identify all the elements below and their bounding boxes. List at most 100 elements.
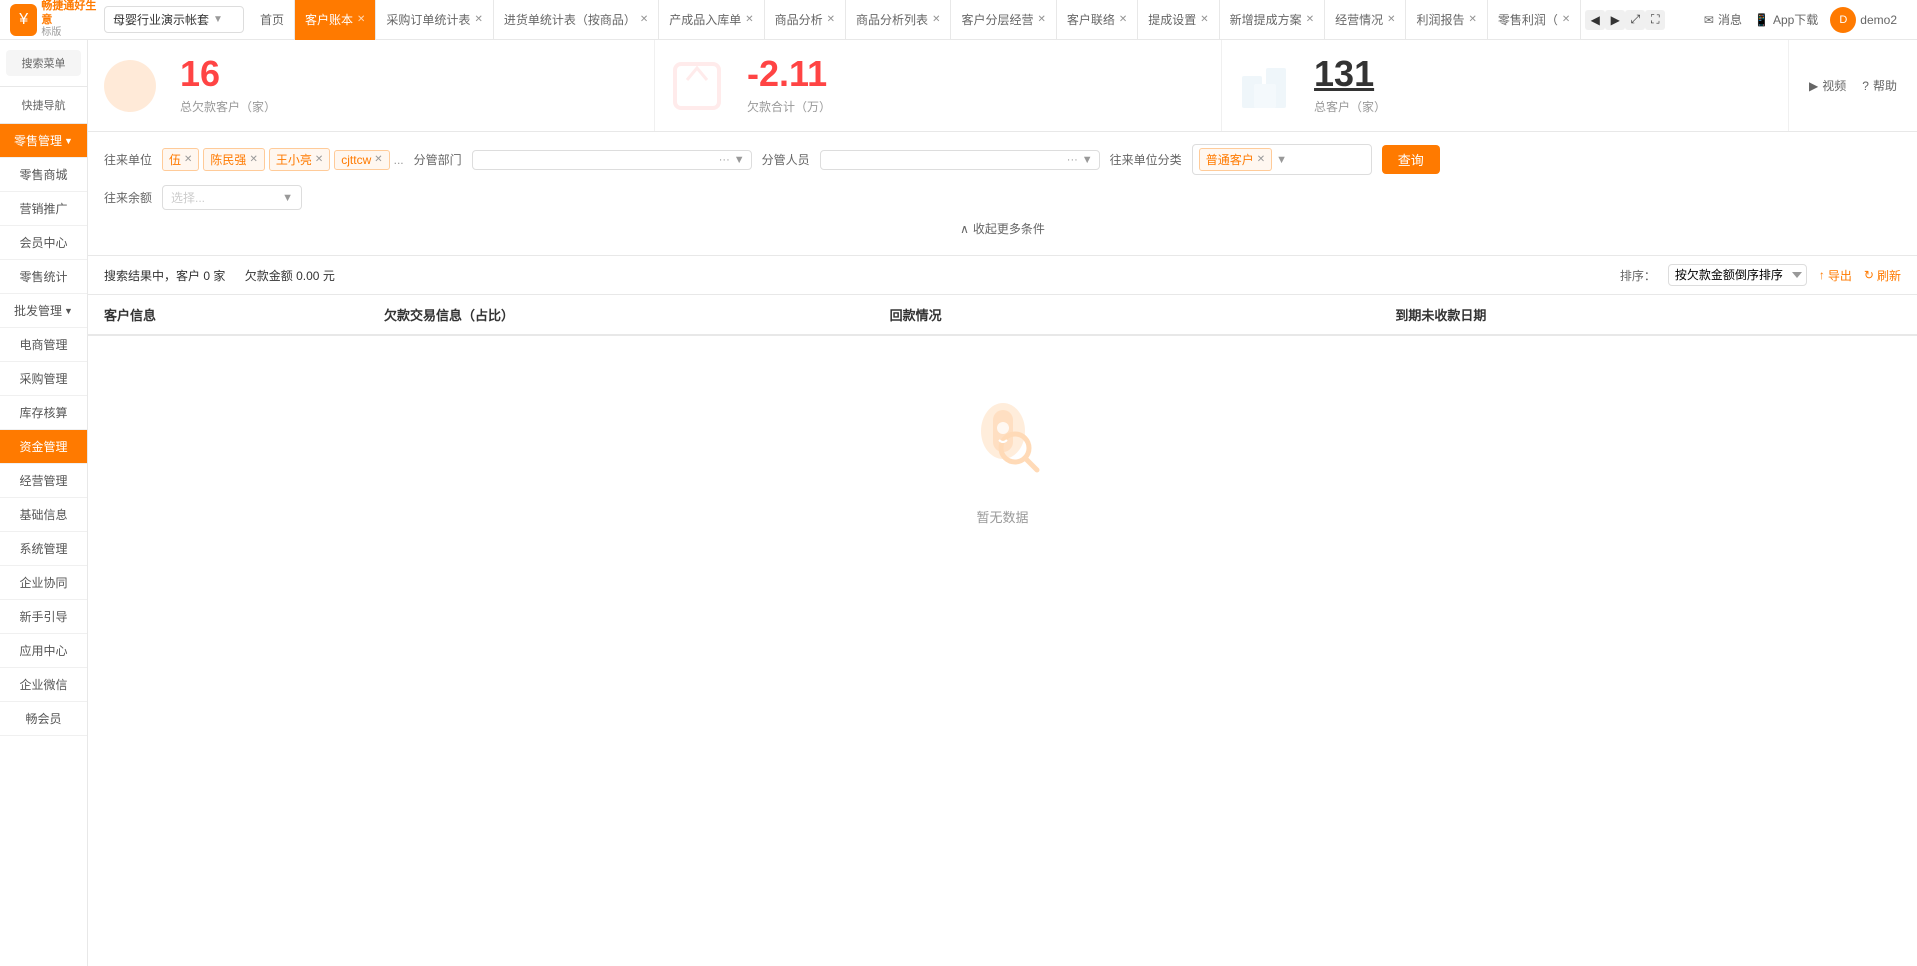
video-btn[interactable]: ▶ 视频 bbox=[1809, 77, 1846, 94]
empty-illustration bbox=[963, 396, 1043, 495]
tab-new-raise-plan[interactable]: 新增提成方案 ✕ bbox=[1220, 0, 1325, 40]
empty-text: 暂无数据 bbox=[976, 507, 1028, 526]
tab-close-icon[interactable]: ✕ bbox=[357, 14, 365, 25]
sidebar-item-basic-info[interactable]: 基础信息 bbox=[0, 498, 87, 532]
tab-close-icon[interactable]: ✕ bbox=[1469, 14, 1477, 25]
person-filter-arrow-icon: ▼ bbox=[1082, 154, 1093, 166]
tab-customer-segment[interactable]: 客户分层经营 ✕ bbox=[951, 0, 1056, 40]
tab-close-icon[interactable]: ✕ bbox=[1387, 14, 1395, 25]
tab-profit-report[interactable]: 利润报告 ✕ bbox=[1406, 0, 1487, 40]
tab-close-icon[interactable]: ✕ bbox=[1119, 14, 1127, 25]
balance-filter-input[interactable]: 选择... ▼ bbox=[162, 185, 302, 210]
sidebar-item-purchase[interactable]: 采购管理 bbox=[0, 362, 87, 396]
sidebar-item-marketing[interactable]: 营销推广 bbox=[0, 192, 87, 226]
logo-subtitle: 标版 bbox=[41, 27, 98, 39]
sidebar-item-vip-member[interactable]: 畅会员 bbox=[0, 702, 87, 736]
tab-close-icon[interactable]: ✕ bbox=[745, 14, 753, 25]
workspace-selector[interactable]: 母婴行业演示帐套 ▼ bbox=[104, 6, 244, 33]
tab-close-icon[interactable]: ✕ bbox=[1200, 14, 1208, 25]
total-customers-value: 16 bbox=[180, 56, 630, 92]
unit-tag-cjttcw: cjttcw ✕ bbox=[334, 150, 389, 170]
export-btn[interactable]: ↑ 导出 bbox=[1819, 267, 1852, 284]
sidebar-item-new-guide[interactable]: 新手引导 bbox=[0, 600, 87, 634]
total-cust2-value: 131 bbox=[1314, 56, 1764, 92]
tab-retail-profit[interactable]: 零售利润（ ✕ bbox=[1488, 0, 1581, 40]
sidebar-item-app-center[interactable]: 应用中心 bbox=[0, 634, 87, 668]
tab-close-icon[interactable]: ✕ bbox=[1562, 14, 1570, 25]
unit-class-tag-remove[interactable]: ✕ bbox=[1257, 154, 1265, 165]
export-label: 导出 bbox=[1828, 267, 1852, 284]
unit-class-filter-label: 往来单位分类 bbox=[1110, 151, 1182, 168]
sidebar-item-wholesale-mgmt[interactable]: 批发管理 ▼ bbox=[0, 294, 87, 328]
tabs-expand-icon[interactable]: ⤢ bbox=[1625, 10, 1645, 30]
stat-card-total-customers: ¥ 16 总欠款客户（家） bbox=[88, 40, 655, 131]
tab-label: 客户账本 bbox=[305, 11, 353, 28]
unit-tag-wu-remove[interactable]: ✕ bbox=[184, 154, 192, 165]
sidebar-item-enterprise-wechat[interactable]: 企业微信 bbox=[0, 668, 87, 702]
sidebar-item-retail-mall[interactable]: 零售商城 bbox=[0, 158, 87, 192]
tab-close-icon[interactable]: ✕ bbox=[1037, 14, 1045, 25]
tab-stock-stats[interactable]: 进货单统计表（按商品） ✕ bbox=[494, 0, 659, 40]
play-icon: ▶ bbox=[1809, 79, 1818, 93]
sidebar-item-enterprise-collab[interactable]: 企业协同 bbox=[0, 566, 87, 600]
tabs-scroll-left-icon[interactable]: ◀ bbox=[1585, 10, 1605, 30]
unit-class-filter-input[interactable]: 普通客户 ✕ ▼ bbox=[1192, 144, 1372, 175]
tabs-scroll-right-icon[interactable]: ▶ bbox=[1605, 10, 1625, 30]
tab-product-analysis[interactable]: 商品分析 ✕ bbox=[765, 0, 846, 40]
sidebar-item-label: 基础信息 bbox=[19, 508, 67, 522]
sidebar-item-retail-mgmt[interactable]: 零售管理 ▼ bbox=[0, 124, 87, 158]
unit-tag-cjttcw-remove[interactable]: ✕ bbox=[374, 154, 382, 165]
message-icon: ✉ bbox=[1704, 13, 1714, 27]
app-download-btn[interactable]: 📱 App下载 bbox=[1754, 11, 1818, 28]
sidebar-item-operations[interactable]: 经营管理 bbox=[0, 464, 87, 498]
help-btn[interactable]: ? 帮助 bbox=[1862, 77, 1897, 94]
unit-filter-more-btn[interactable]: ... bbox=[394, 153, 404, 167]
export-icon: ↑ bbox=[1819, 268, 1825, 282]
table-body: 暂无数据 bbox=[88, 336, 1917, 586]
unit-tag-wang-remove[interactable]: ✕ bbox=[315, 154, 323, 165]
sidebar-item-ecommerce[interactable]: 电商管理 bbox=[0, 328, 87, 362]
refresh-btn[interactable]: ↻ 刷新 bbox=[1864, 267, 1901, 284]
tabs-fullscreen-icon[interactable]: ⛶ bbox=[1645, 10, 1665, 30]
person-filter-input[interactable]: ··· ▼ bbox=[820, 150, 1100, 170]
sort-select[interactable]: 按欠款金额倒序排序 bbox=[1668, 264, 1807, 286]
result-prefix: 搜索结果中，客户 bbox=[104, 269, 200, 283]
tab-label: 提成设置 bbox=[1148, 11, 1196, 28]
tab-product-stock-in[interactable]: 产成品入库单 ✕ bbox=[659, 0, 764, 40]
col-repayment: 回款情况 bbox=[890, 305, 1396, 324]
tab-raise-settings[interactable]: 提成设置 ✕ bbox=[1138, 0, 1219, 40]
tab-close-icon[interactable]: ✕ bbox=[1306, 14, 1314, 25]
search-menu-btn[interactable]: 搜索菜单 bbox=[6, 50, 81, 76]
tab-label: 零售利润（ bbox=[1498, 11, 1558, 28]
tab-label: 产成品入库单 bbox=[669, 11, 741, 28]
tab-customer-contact[interactable]: 客户联络 ✕ bbox=[1057, 0, 1138, 40]
message-btn[interactable]: ✉ 消息 bbox=[1704, 11, 1742, 28]
sidebar-item-system[interactable]: 系统管理 bbox=[0, 532, 87, 566]
tab-accounts[interactable]: 客户账本 ✕ bbox=[295, 0, 376, 40]
sidebar-item-finance[interactable]: 资金管理 bbox=[0, 430, 87, 464]
collapse-btn[interactable]: ∧ 收起更多条件 bbox=[960, 220, 1045, 237]
user-profile-btn[interactable]: D demo2 bbox=[1830, 7, 1897, 33]
sidebar-item-retail-stats[interactable]: 零售统计 bbox=[0, 260, 87, 294]
tab-product-analysis-list[interactable]: 商品分析列表 ✕ bbox=[846, 0, 951, 40]
query-btn[interactable]: 查询 bbox=[1382, 145, 1440, 174]
sidebar-item-label: 会员中心 bbox=[19, 236, 67, 250]
unit-tag-wu-text: 伍 bbox=[169, 151, 181, 168]
collapse-label: 收起更多条件 bbox=[973, 220, 1045, 237]
result-count: 0 bbox=[203, 269, 210, 283]
tab-close-icon[interactable]: ✕ bbox=[474, 14, 482, 25]
tab-close-icon[interactable]: ✕ bbox=[827, 14, 835, 25]
sidebar-item-member-center[interactable]: 会员中心 bbox=[0, 226, 87, 260]
tab-close-icon[interactable]: ✕ bbox=[932, 14, 940, 25]
refresh-label: 刷新 bbox=[1877, 267, 1901, 284]
tab-close-icon[interactable]: ✕ bbox=[640, 14, 648, 25]
unit-tag-chen-remove[interactable]: ✕ bbox=[249, 154, 257, 165]
tab-purchase-order-stats[interactable]: 采购订单统计表 ✕ bbox=[376, 0, 493, 40]
dept-filter-label: 分管部门 bbox=[414, 151, 462, 168]
dept-filter-input[interactable]: ··· ▼ bbox=[472, 150, 752, 170]
tab-operation-status[interactable]: 经营情况 ✕ bbox=[1325, 0, 1406, 40]
quick-nav-btn[interactable]: 快捷导航 bbox=[6, 93, 81, 117]
tab-home[interactable]: 首页 bbox=[250, 0, 295, 40]
tab-label: 进货单统计表（按商品） bbox=[504, 11, 636, 28]
sidebar-item-inventory[interactable]: 库存核算 bbox=[0, 396, 87, 430]
